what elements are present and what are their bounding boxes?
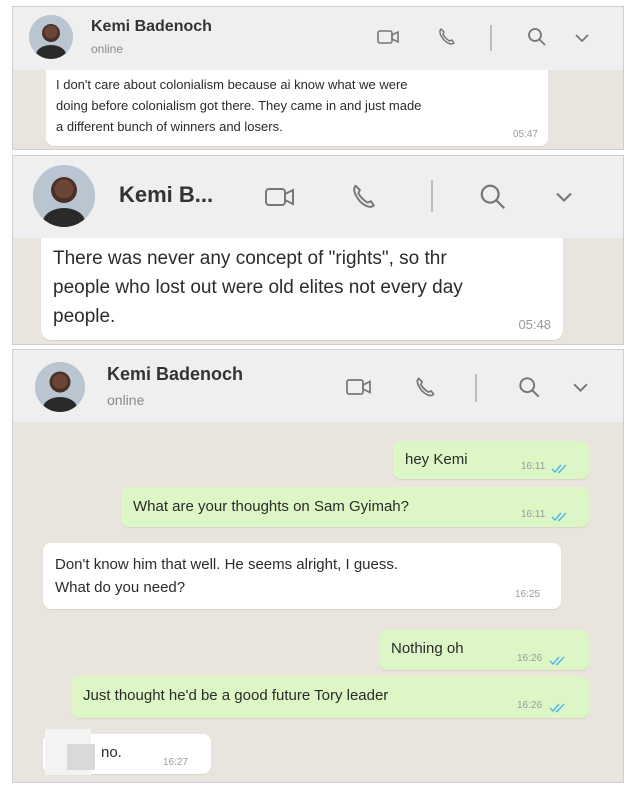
chevron-down-icon[interactable] — [572, 381, 589, 399]
chat-header: Kemi Badenoch online — [13, 350, 623, 422]
contact-status: online — [91, 42, 124, 56]
message-time: 16:26 — [517, 653, 543, 664]
message-time: 16:26 — [517, 700, 543, 711]
message-line: There was never any concept of "rights",… — [53, 248, 447, 269]
search-icon[interactable] — [527, 27, 547, 52]
message-time: 16:11 — [521, 509, 546, 520]
chat-header: Kemi B... — [13, 156, 623, 238]
video-camera-icon[interactable] — [377, 29, 399, 50]
double-check-icon — [551, 509, 569, 527]
video-camera-icon[interactable] — [265, 186, 295, 213]
outgoing-message[interactable]: What are your thoughts on Sam Gyimah? 16… — [121, 487, 589, 527]
contact-name[interactable]: Kemi Badenoch — [91, 18, 212, 36]
incoming-message[interactable]: I don't care about colonialism because a… — [46, 70, 548, 146]
message-text: Don't know him that well. He seems alrig… — [55, 553, 398, 599]
incoming-message[interactable]: no. 16:27 — [43, 729, 211, 775]
message-text: Nothing oh — [391, 640, 464, 657]
contact-status: online — [107, 392, 145, 408]
message-time: 05:48 — [518, 317, 551, 332]
chat-panel-2: Kemi B... There was never any concept of… — [12, 155, 624, 345]
message-line: a different bunch of winners and losers. — [56, 119, 283, 134]
message-text: Just thought he'd be a good future Tory … — [83, 687, 389, 704]
message-text: no. — [101, 744, 122, 761]
incoming-message[interactable]: Don't know him that well. He seems alrig… — [43, 543, 561, 609]
message-text: There was never any concept of "rights",… — [53, 244, 463, 331]
outgoing-message[interactable]: Just thought he'd be a good future Tory … — [71, 676, 589, 718]
chevron-down-icon[interactable] — [574, 31, 590, 49]
message-line: What do you need? — [55, 579, 186, 596]
chat-panel-1: Kemi Badenoch online I don't care about … — [12, 6, 624, 150]
double-check-icon — [549, 700, 567, 718]
phone-icon[interactable] — [437, 27, 457, 52]
message-text: I don't care about colonialism because a… — [56, 74, 421, 137]
message-time: 16:27 — [163, 757, 189, 768]
message-line: doing before colonialism got there. They… — [56, 98, 422, 113]
phone-icon[interactable] — [350, 183, 378, 216]
message-time: 16:11 — [521, 461, 546, 472]
header-divider — [490, 25, 492, 51]
chat-header: Kemi Badenoch online — [13, 7, 623, 70]
contact-name[interactable]: Kemi Badenoch — [107, 364, 243, 385]
header-divider — [475, 374, 477, 402]
contact-avatar[interactable] — [29, 15, 73, 59]
double-check-icon — [551, 461, 569, 479]
message-line: Don't know him that well. He seems alrig… — [55, 556, 399, 573]
search-icon[interactable] — [518, 376, 541, 404]
incoming-message[interactable]: There was never any concept of "rights",… — [41, 238, 563, 340]
chevron-down-icon[interactable] — [554, 190, 574, 209]
search-icon[interactable] — [479, 183, 507, 216]
message-text: What are your thoughts on Sam Gyimah? — [133, 498, 409, 515]
contact-avatar[interactable] — [35, 362, 85, 412]
double-check-icon — [549, 653, 567, 671]
message-line: people who lost out were old elites not … — [53, 277, 463, 298]
video-camera-icon[interactable] — [346, 378, 371, 401]
redacted-block — [67, 744, 95, 770]
message-line: people. — [53, 306, 116, 327]
contact-avatar[interactable] — [33, 165, 95, 227]
chat-panel-3: Kemi Badenoch online hey Kemi 16:11 What… — [12, 349, 624, 783]
message-time: 16:25 — [515, 589, 541, 600]
header-divider — [431, 180, 433, 212]
message-time: 05:47 — [512, 129, 538, 140]
contact-name[interactable]: Kemi B... — [119, 182, 213, 208]
message-text: hey Kemi — [405, 451, 468, 468]
phone-icon[interactable] — [414, 376, 437, 404]
outgoing-message[interactable]: hey Kemi 16:11 — [393, 441, 589, 479]
outgoing-message[interactable]: Nothing oh 16:26 — [379, 630, 589, 670]
message-line: I don't care about colonialism because a… — [56, 77, 408, 92]
